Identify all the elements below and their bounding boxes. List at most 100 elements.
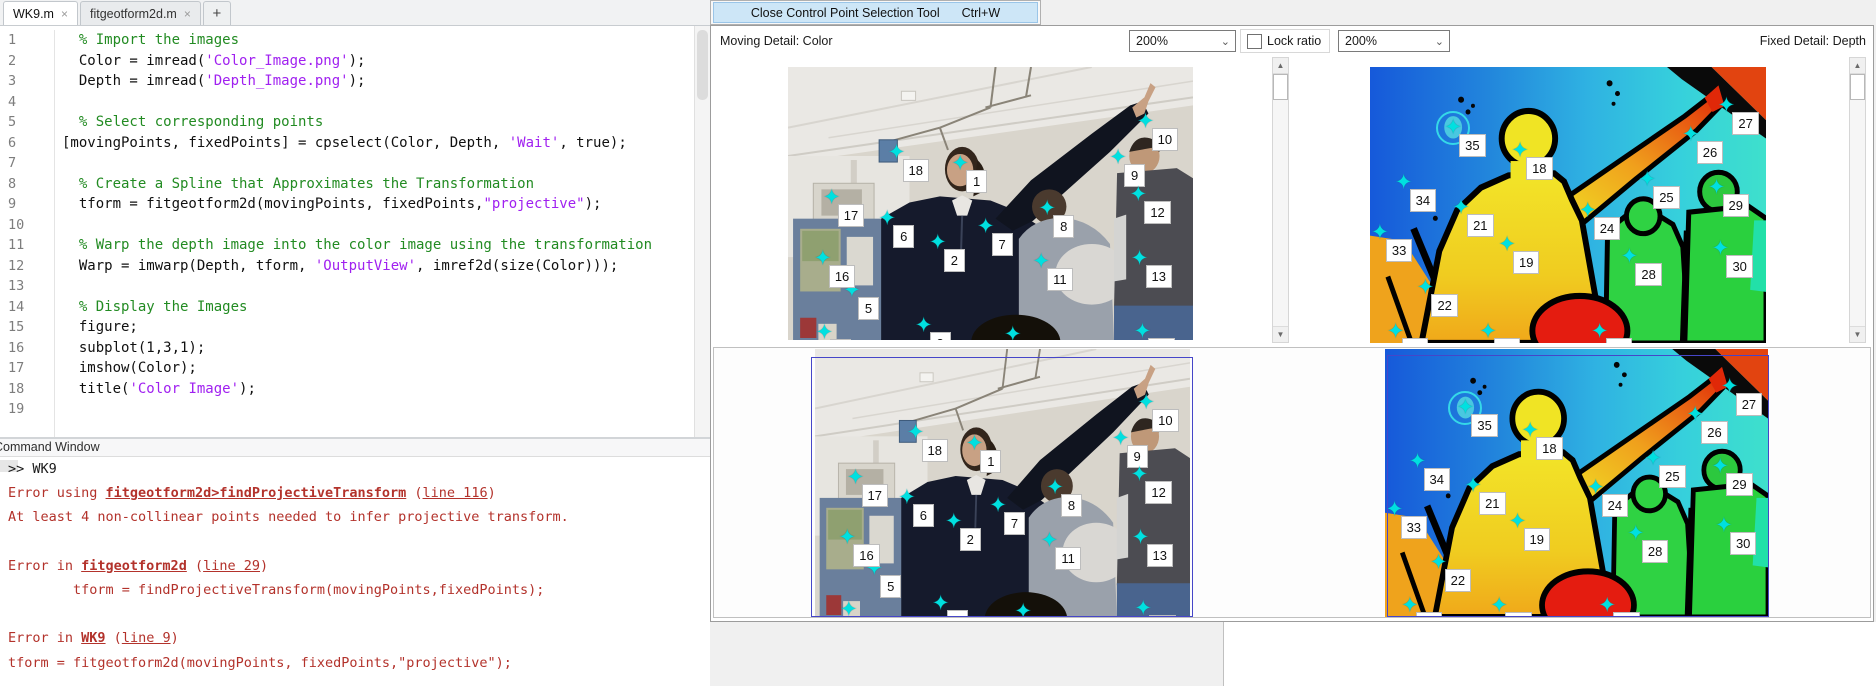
control-point-label: 13 bbox=[1145, 265, 1172, 289]
command-line bbox=[8, 530, 710, 554]
command-output: >> WK9 Error using fitgeotform2d>findProj… bbox=[8, 457, 710, 675]
control-point-label: 18 bbox=[1526, 157, 1553, 181]
code-line: % Display the Images bbox=[62, 298, 248, 315]
code-line: figure; bbox=[62, 319, 138, 335]
code-line: % Import the images bbox=[62, 32, 240, 48]
fixed-detail-rect[interactable] bbox=[1387, 355, 1769, 617]
editor-code[interactable]: % Import the images Color = imread('Colo… bbox=[62, 30, 694, 420]
moving-detail-points: ✦1✦2✦3✦4✦5✦6✦7✦8✦9✦10✦11✦12✦13✦14✦15✦16✦… bbox=[788, 67, 1193, 340]
command-window-header: Command Window bbox=[0, 437, 710, 457]
control-point-label: 2 bbox=[943, 249, 965, 273]
line-number: 1 bbox=[8, 32, 17, 48]
zoom-value: 200% bbox=[1345, 34, 1377, 48]
control-point-label: 21 bbox=[1467, 213, 1494, 237]
control-point-label: 24 bbox=[1593, 216, 1621, 240]
moving-detail-scrollbar[interactable]: ▲ ▼ bbox=[1272, 57, 1289, 343]
command-line bbox=[8, 602, 710, 626]
moving-detail-image[interactable]: ✦1✦2✦3✦4✦5✦6✦7✦8✦9✦10✦11✦12✦13✦14✦15✦16✦… bbox=[788, 67, 1193, 340]
scroll-up-icon[interactable]: ▲ bbox=[1273, 58, 1288, 74]
fixed-detail-points: ✦18✦19✦20✦21✦22✦23✦24✦25✦26✦27✦28✦29✦30✦… bbox=[1370, 67, 1766, 343]
line-number: 15 bbox=[8, 319, 25, 335]
background-panel bbox=[1223, 622, 1876, 686]
scroll-down-icon[interactable]: ▼ bbox=[1850, 326, 1865, 342]
control-point-label: 26 bbox=[1696, 140, 1724, 164]
lock-ratio-checkbox[interactable] bbox=[1247, 33, 1262, 49]
code-line: % Create a Spline that Approximates the … bbox=[62, 175, 535, 192]
lock-ratio-group: Lock ratio bbox=[1240, 29, 1331, 53]
control-point-marker[interactable]: ✦ bbox=[813, 322, 835, 340]
control-point-label: 27 bbox=[1732, 111, 1759, 135]
close-icon[interactable]: × bbox=[61, 7, 68, 21]
line-number: 8 bbox=[8, 175, 17, 192]
moving-zoom-select[interactable]: 200% ⌄ bbox=[1129, 30, 1236, 52]
control-point-label: 19 bbox=[1513, 251, 1540, 275]
editor-pane: WK9.m × fitgeotform2d.m × + 1 2 3 4 5 6 7 8 9 10 1… bbox=[0, 0, 710, 437]
scrollbar-thumb[interactable] bbox=[1850, 74, 1865, 100]
line-number: 19 bbox=[8, 401, 25, 417]
menu-item-close-tool[interactable]: Close Control Point Selection Tool Ctrl+… bbox=[713, 2, 1038, 23]
control-point-label: 32 bbox=[1605, 337, 1633, 343]
fixed-detail-label: Fixed Detail: Depth bbox=[1759, 34, 1866, 48]
menu-item-label: Close Control Point Selection Tool bbox=[750, 5, 940, 20]
editor-gutter: 1 2 3 4 5 6 7 8 9 10 11 12 13 14 15 16 17 18 19 bbox=[0, 30, 55, 437]
code-line: % Warp the depth image into the color im… bbox=[62, 237, 653, 253]
fixed-detail-image[interactable]: ✦18✦19✦20✦21✦22✦23✦24✦25✦26✦27✦28✦29✦30✦… bbox=[1370, 67, 1766, 343]
tab-fitgeotform2d[interactable]: fitgeotform2d.m × bbox=[80, 1, 201, 25]
command-window[interactable]: >> WK9 Error using fitgeotform2d>findProj… bbox=[0, 457, 710, 686]
editor-scrollbar[interactable] bbox=[694, 26, 710, 437]
tab-label: fitgeotform2d.m bbox=[90, 6, 177, 21]
command-line: tform = findProjectiveTransform(movingPo… bbox=[8, 581, 545, 598]
close-icon[interactable]: × bbox=[184, 7, 191, 21]
line-number: 2 bbox=[8, 52, 17, 69]
scroll-up-icon[interactable]: ▲ bbox=[1850, 58, 1865, 74]
code-line: title('Color Image'); bbox=[62, 380, 256, 397]
fixed-zoom-select[interactable]: 200% ⌄ bbox=[1338, 30, 1450, 52]
editor-code-area[interactable]: 1 2 3 4 5 6 7 8 9 10 11 12 13 14 15 16 17 18 19 % Import t… bbox=[0, 26, 710, 437]
chevron-down-icon: ⌄ bbox=[1434, 35, 1444, 48]
line-number: 6 bbox=[8, 134, 17, 151]
editor-tab-bar: WK9.m × fitgeotform2d.m × + bbox=[0, 0, 710, 26]
code-line: imshow(Color); bbox=[62, 360, 197, 376]
cpselect-menu-panel: Close Control Point Selection Tool Ctrl+… bbox=[710, 0, 1041, 25]
line-number: 10 bbox=[8, 216, 25, 233]
command-line: tform = fitgeotform2d(movingPoints, fixe… bbox=[8, 654, 512, 671]
control-point-label: 18 bbox=[902, 158, 929, 182]
line-number: 12 bbox=[8, 257, 25, 274]
scrollbar-thumb[interactable] bbox=[1273, 74, 1288, 100]
line-number: 18 bbox=[8, 380, 25, 397]
line-number: 3 bbox=[8, 73, 17, 89]
control-point-label: 16 bbox=[828, 265, 856, 289]
code-line: subplot(1,3,1); bbox=[62, 339, 206, 356]
control-point-marker[interactable]: ✦ bbox=[1002, 323, 1024, 340]
fixed-detail-scrollbar[interactable]: ▲ ▼ bbox=[1849, 57, 1866, 343]
command-window-title: Command Window bbox=[0, 440, 100, 454]
control-point-label: 5 bbox=[857, 296, 879, 320]
control-point-label: 14 bbox=[1148, 337, 1175, 340]
line-number: 5 bbox=[8, 114, 17, 130]
command-line: >> WK9 bbox=[8, 461, 57, 477]
control-point-label: 20 bbox=[1494, 337, 1521, 343]
control-point-label: 3 bbox=[929, 332, 951, 340]
control-point-label: 10 bbox=[1151, 127, 1179, 151]
control-point-label: 8 bbox=[1053, 214, 1075, 238]
scrollbar-thumb[interactable] bbox=[697, 30, 708, 100]
scroll-down-icon[interactable]: ▼ bbox=[1273, 326, 1288, 342]
code-line: tform = fitgeotform2d(movingPoints, fixe… bbox=[62, 196, 602, 212]
lock-ratio-label: Lock ratio bbox=[1267, 34, 1322, 48]
line-number: 4 bbox=[8, 93, 17, 110]
moving-detail-rect[interactable] bbox=[811, 357, 1193, 617]
control-point-label: 28 bbox=[1635, 263, 1662, 287]
control-point-label: 22 bbox=[1431, 293, 1458, 317]
new-tab-button[interactable]: + bbox=[202, 1, 231, 25]
chevron-down-icon: ⌄ bbox=[1220, 35, 1230, 48]
control-point-label: 33 bbox=[1385, 238, 1413, 262]
tab-wk9[interactable]: WK9.m × bbox=[3, 1, 78, 25]
code-line: % Select corresponding points bbox=[62, 114, 324, 130]
line-number: 13 bbox=[8, 278, 25, 294]
menu-item-shortcut: Ctrl+W bbox=[961, 5, 1001, 20]
command-line: Error using fitgeotform2d>findProjective… bbox=[8, 485, 496, 502]
command-line: At least 4 non-collinear points needed t… bbox=[8, 509, 569, 526]
